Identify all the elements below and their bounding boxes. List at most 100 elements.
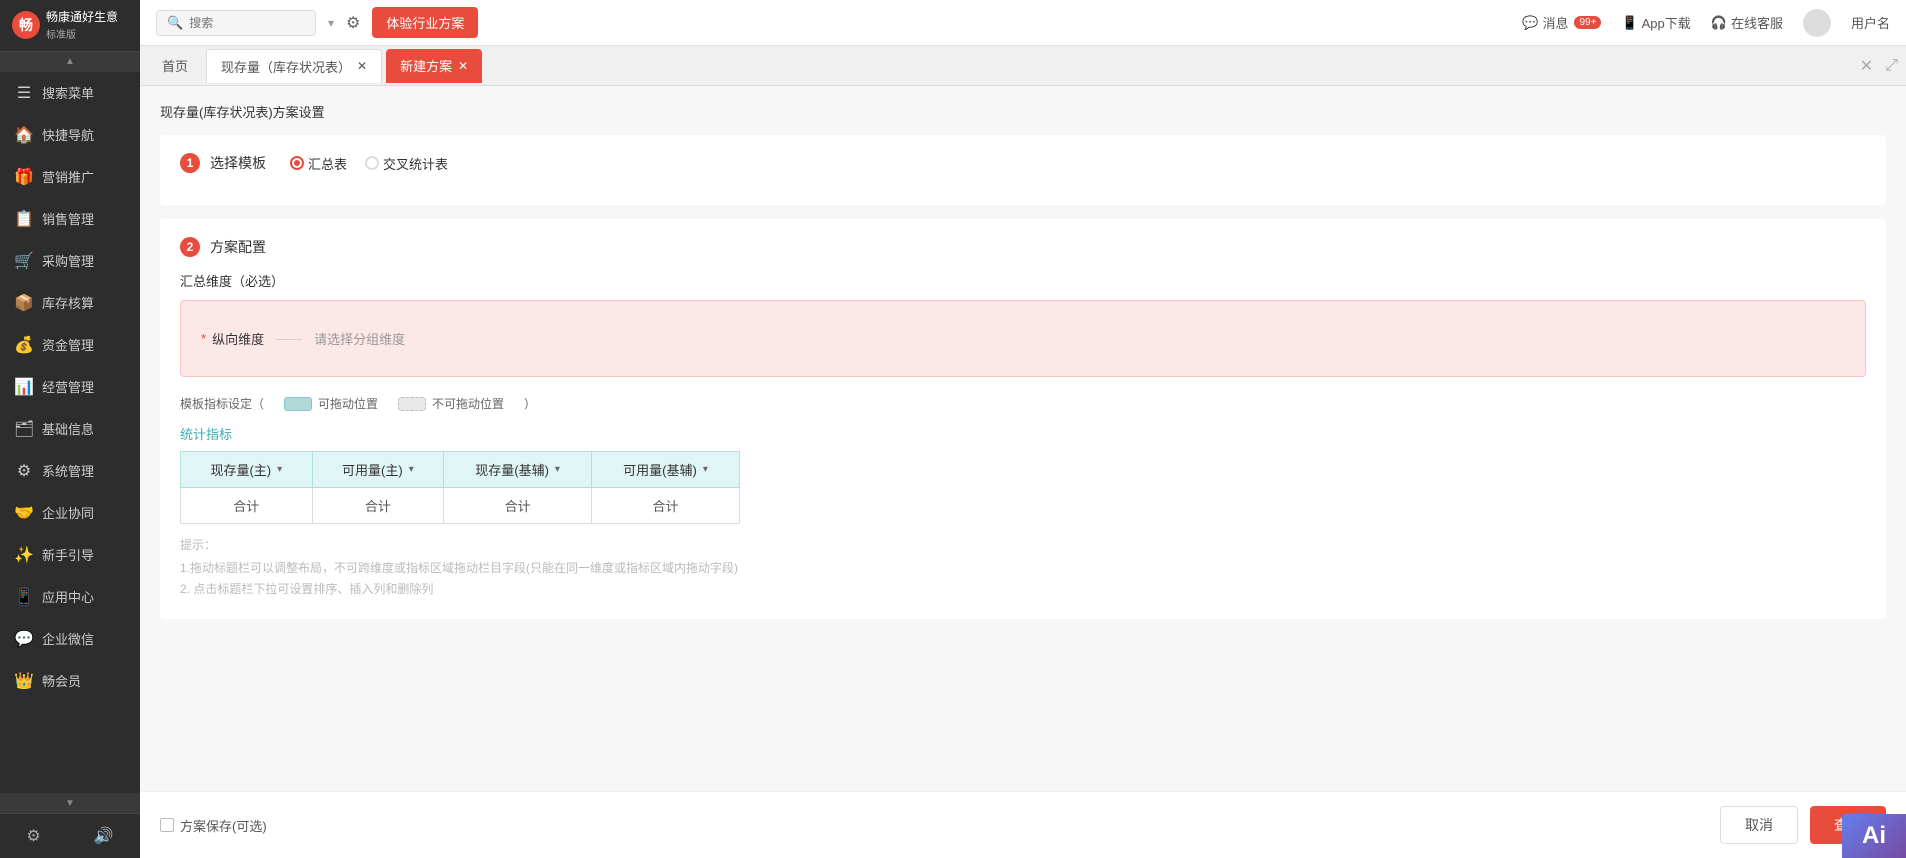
main: 🔍 ▾ ⚙ 体验行业方案 💬 消息 99+ 📱 App下载 🎧 在线客服 用户名 bbox=[140, 0, 1906, 858]
sidebar-scroll-down[interactable]: ▼ bbox=[0, 793, 140, 813]
sound-icon[interactable]: 🔊 bbox=[90, 822, 118, 850]
content: 现存量(库存状况表)方案设置 1 选择模板 汇总表 交叉统计表 bbox=[140, 86, 1906, 791]
no-drag-box bbox=[398, 397, 426, 411]
dim-required-mark: * bbox=[201, 331, 206, 346]
stat-table: 现存量(主) ▾ 可用量(主) ▾ bbox=[180, 451, 740, 524]
radio-cross[interactable]: 交叉统计表 bbox=[365, 154, 448, 173]
sidebar-item-system[interactable]: ⚙ 系统管理 bbox=[0, 450, 140, 492]
stat-table-row: 合计 合计 合计 合计 bbox=[181, 488, 740, 524]
expand-icon[interactable]: ⤢ bbox=[1885, 57, 1898, 75]
dim-vertical-label: 纵向维度 bbox=[212, 329, 264, 348]
inventory-tab-close[interactable]: ✕ bbox=[357, 59, 367, 73]
basic-icon: 🗂 bbox=[14, 419, 34, 439]
save-scheme-checkbox[interactable] bbox=[160, 818, 174, 832]
col-2-chevron[interactable]: ▾ bbox=[555, 464, 560, 475]
purchase-icon: 🛒 bbox=[14, 251, 34, 271]
sidebar-item-sales[interactable]: 📋 销售管理 bbox=[0, 198, 140, 240]
message-label: 消息 bbox=[1542, 13, 1568, 32]
indicator-legend-label: 模板指标设定（ bbox=[180, 395, 264, 412]
close-panel-icon[interactable]: ✕ bbox=[1860, 56, 1873, 76]
sidebar-item-label: 经营管理 bbox=[42, 377, 94, 396]
legend-draggable: 可拖动位置 bbox=[284, 395, 378, 412]
industry-btn[interactable]: 体验行业方案 bbox=[372, 7, 478, 38]
section2-header: 2 方案配置 bbox=[180, 237, 1866, 257]
online-service-item[interactable]: 🎧 在线客服 bbox=[1711, 13, 1783, 32]
col-3-chevron[interactable]: ▾ bbox=[703, 464, 708, 475]
sidebar-item-label: 企业微信 bbox=[42, 629, 94, 648]
tips-item-0: 1.拖动标题栏可以调整布局，不可跨维度或指标区域拖动栏目字段(只能在同一维度或指… bbox=[180, 559, 1866, 576]
settings-bottom-icon[interactable]: ⚙ bbox=[22, 822, 44, 850]
sidebar-item-label: 基础信息 bbox=[42, 419, 94, 438]
dim-box[interactable]: * 纵向维度 —— 请选择分组维度 bbox=[180, 300, 1866, 377]
tips-text-1: 2. 点击标题栏下拉可设置排序、插入列和删除列 bbox=[180, 580, 433, 597]
sidebar-item-basic[interactable]: 🗂 基础信息 bbox=[0, 408, 140, 450]
cell-2: 合计 bbox=[444, 488, 592, 524]
tips-item-1: 2. 点击标题栏下拉可设置排序、插入列和删除列 bbox=[180, 580, 1866, 597]
sidebar-item-wechat[interactable]: 💬 企业微信 bbox=[0, 618, 140, 660]
sidebar-item-label: 企业协同 bbox=[42, 503, 94, 522]
cancel-button[interactable]: 取消 bbox=[1720, 806, 1798, 844]
sidebar-item-finance[interactable]: 💰 资金管理 bbox=[0, 324, 140, 366]
sales-icon: 📋 bbox=[14, 209, 34, 229]
sidebar-scroll-up[interactable]: ▲ bbox=[0, 52, 140, 72]
tab-home[interactable]: 首页 bbox=[148, 49, 202, 83]
app-download-item[interactable]: 📱 App下载 bbox=[1621, 13, 1690, 32]
tab-new-scheme[interactable]: 新建方案 ✕ bbox=[386, 49, 482, 83]
sidebar-item-marketing[interactable]: 🎁 营销推广 bbox=[0, 156, 140, 198]
sidebar-item-label: 采购管理 bbox=[42, 251, 94, 270]
dim-dash: —— bbox=[276, 331, 302, 346]
sidebar-item-label: 系统管理 bbox=[42, 461, 94, 480]
radio-dot-cross bbox=[365, 156, 379, 170]
no-drag-label: 不可拖动位置 bbox=[432, 395, 504, 412]
col-header-0-label: 现存量(主) bbox=[210, 460, 271, 479]
indicator-legend-row: 模板指标设定（ 可拖动位置 不可拖动位置 ） bbox=[180, 395, 1866, 412]
sidebar-item-collab[interactable]: 🤝 企业协同 bbox=[0, 492, 140, 534]
save-scheme-checkbox-label[interactable]: 方案保存(可选) bbox=[160, 816, 267, 835]
ai-badge[interactable]: Ai bbox=[1842, 814, 1906, 858]
col-1-chevron[interactable]: ▾ bbox=[409, 464, 414, 475]
col-header-0[interactable]: 现存量(主) ▾ bbox=[181, 452, 313, 488]
col-0-chevron[interactable]: ▾ bbox=[277, 464, 282, 475]
tab-inventory[interactable]: 现存量（库存状况表） ✕ bbox=[206, 49, 382, 83]
logo-title: 畅康通好生意 bbox=[46, 10, 118, 26]
radio-summary-label: 汇总表 bbox=[308, 154, 347, 173]
gear-icon[interactable]: ⚙ bbox=[346, 13, 360, 33]
dim-placeholder: 请选择分组维度 bbox=[314, 329, 405, 348]
service-icon: 🎧 bbox=[1711, 15, 1727, 31]
sidebar-item-inventory[interactable]: 📦 库存核算 bbox=[0, 282, 140, 324]
tabbar: 首页 现存量（库存状况表） ✕ 新建方案 ✕ ✕ ⤢ bbox=[140, 46, 1906, 86]
footer: 方案保存(可选) 取消 查询 bbox=[140, 791, 1906, 858]
sidebar-item-management[interactable]: 📊 经营管理 bbox=[0, 366, 140, 408]
sidebar-item-label: 应用中心 bbox=[42, 587, 94, 606]
sidebar-item-guide[interactable]: ✨ 新手引导 bbox=[0, 534, 140, 576]
sidebar-item-member[interactable]: 👑 畅会员 bbox=[0, 660, 140, 702]
sidebar-item-label: 搜索菜单 bbox=[42, 83, 94, 102]
message-item[interactable]: 💬 消息 99+ bbox=[1522, 13, 1601, 32]
radio-cross-label: 交叉统计表 bbox=[383, 154, 448, 173]
legend-no-drag: 不可拖动位置 bbox=[398, 395, 504, 412]
sidebar-item-label: 营销推广 bbox=[42, 167, 94, 186]
col-header-2[interactable]: 现存量(基辅) ▾ bbox=[444, 452, 592, 488]
chevron-down-icon[interactable]: ▾ bbox=[328, 16, 334, 30]
sidebar-item-label: 销售管理 bbox=[42, 209, 94, 228]
sidebar: 畅 畅康通好生意 标准版 ▲ ☰ 搜索菜单 🏠 快捷导航 🎁 营销推广 📋 销售… bbox=[0, 0, 140, 858]
app-icon: 📱 bbox=[1621, 15, 1637, 31]
sidebar-item-search[interactable]: ☰ 搜索菜单 bbox=[0, 72, 140, 114]
search-input[interactable] bbox=[189, 16, 305, 30]
system-icon: ⚙ bbox=[14, 461, 34, 481]
radio-summary[interactable]: 汇总表 bbox=[290, 154, 347, 173]
sidebar-item-quicknav[interactable]: 🏠 快捷导航 bbox=[0, 114, 140, 156]
section1-title: 选择模板 bbox=[210, 153, 266, 173]
tips-text-0: 1.拖动标题栏可以调整布局，不可跨维度或指标区域拖动栏目字段(只能在同一维度或指… bbox=[180, 559, 738, 576]
sidebar-item-purchase[interactable]: 🛒 采购管理 bbox=[0, 240, 140, 282]
col-header-3[interactable]: 可用量(基辅) ▾ bbox=[592, 452, 740, 488]
template-radio-group: 汇总表 交叉统计表 bbox=[290, 154, 448, 173]
username: 用户名 bbox=[1851, 13, 1890, 32]
save-scheme-label: 方案保存(可选) bbox=[180, 816, 267, 835]
search-icon: 🔍 bbox=[167, 15, 183, 31]
search-box[interactable]: 🔍 bbox=[156, 10, 316, 36]
sidebar-item-apps[interactable]: 📱 应用中心 bbox=[0, 576, 140, 618]
section-choose-template: 1 选择模板 汇总表 交叉统计表 bbox=[160, 135, 1886, 205]
col-header-1[interactable]: 可用量(主) ▾ bbox=[312, 452, 444, 488]
new-scheme-tab-close[interactable]: ✕ bbox=[458, 59, 468, 73]
